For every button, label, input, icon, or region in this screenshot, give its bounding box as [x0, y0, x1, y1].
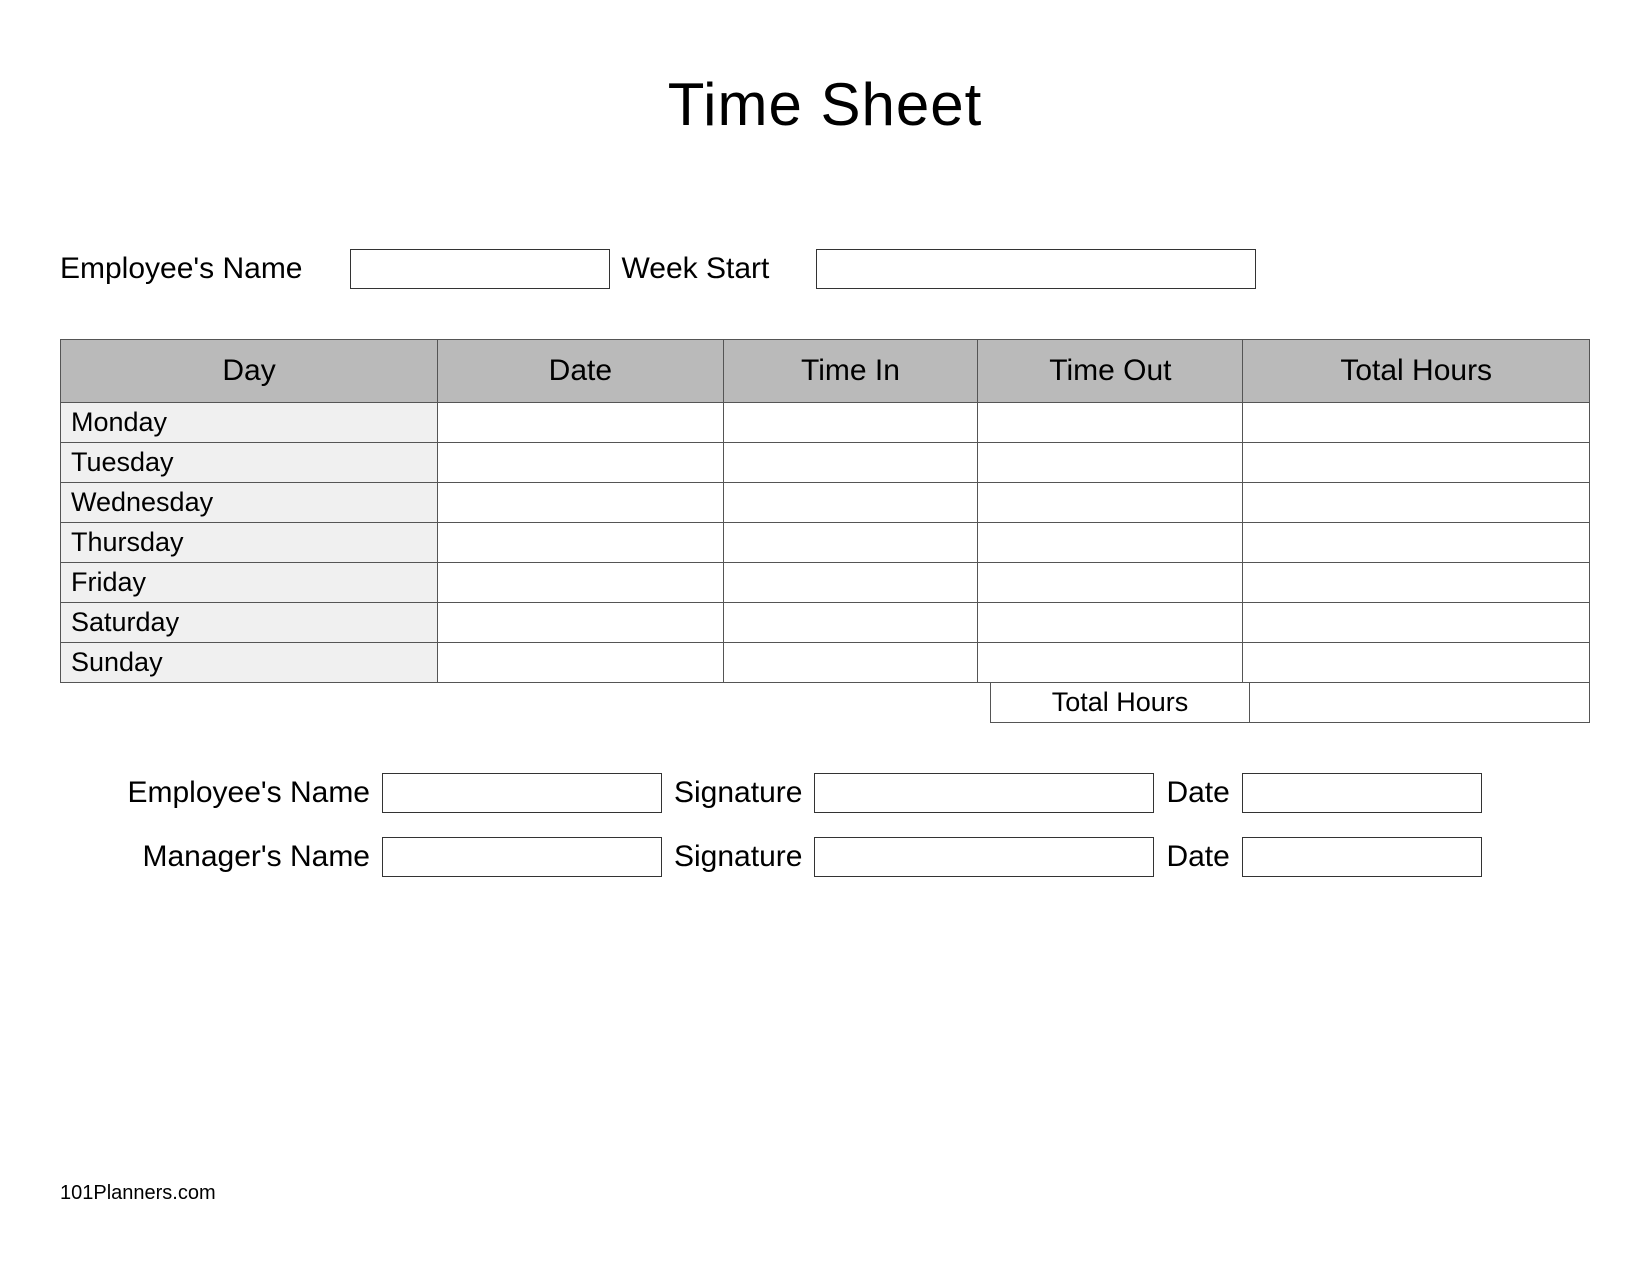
time-out-cell[interactable]	[978, 443, 1243, 483]
time-in-cell[interactable]	[723, 483, 978, 523]
table-row: Tuesday	[61, 443, 1590, 483]
time-in-cell[interactable]	[723, 603, 978, 643]
week-start-label: Week Start	[622, 252, 770, 286]
employee-date-label: Date	[1166, 776, 1229, 810]
total-hours-value[interactable]	[1250, 683, 1590, 723]
manager-signature-input[interactable]	[814, 837, 1154, 877]
footer-brand: 101Planners.com	[60, 1182, 216, 1205]
employee-date-input[interactable]	[1242, 773, 1482, 813]
employee-signature-row: Employee's Name Signature Date	[60, 773, 1590, 813]
manager-signature-label: Signature	[674, 840, 802, 874]
col-header-total-hours: Total Hours	[1243, 340, 1590, 403]
date-cell[interactable]	[438, 403, 723, 443]
col-header-day: Day	[61, 340, 438, 403]
total-cell[interactable]	[1243, 403, 1590, 443]
total-cell[interactable]	[1243, 643, 1590, 683]
table-row: Saturday	[61, 603, 1590, 643]
time-out-cell[interactable]	[978, 403, 1243, 443]
employee-name-label: Employee's Name	[60, 252, 303, 286]
time-in-cell[interactable]	[723, 643, 978, 683]
day-cell: Friday	[61, 563, 438, 603]
table-row: Thursday	[61, 523, 1590, 563]
day-cell: Sunday	[61, 643, 438, 683]
signature-section: Employee's Name Signature Date Manager's…	[60, 773, 1590, 877]
employee-name-sign-input[interactable]	[382, 773, 662, 813]
total-cell[interactable]	[1243, 563, 1590, 603]
col-header-date: Date	[438, 340, 723, 403]
time-in-cell[interactable]	[723, 563, 978, 603]
manager-date-label: Date	[1166, 840, 1229, 874]
time-in-cell[interactable]	[723, 523, 978, 563]
day-cell: Wednesday	[61, 483, 438, 523]
time-out-cell[interactable]	[978, 483, 1243, 523]
header-row: Employee's Name Week Start	[60, 249, 1590, 289]
employee-name-label-2: Employee's Name	[60, 776, 370, 810]
date-cell[interactable]	[438, 443, 723, 483]
total-hours-label: Total Hours	[990, 683, 1250, 723]
day-cell: Saturday	[61, 603, 438, 643]
page-title: Time Sheet	[60, 70, 1590, 139]
total-cell[interactable]	[1243, 483, 1590, 523]
time-out-cell[interactable]	[978, 643, 1243, 683]
date-cell[interactable]	[438, 563, 723, 603]
table-row: Friday	[61, 563, 1590, 603]
time-out-cell[interactable]	[978, 563, 1243, 603]
date-cell[interactable]	[438, 523, 723, 563]
col-header-time-out: Time Out	[978, 340, 1243, 403]
date-cell[interactable]	[438, 643, 723, 683]
time-in-cell[interactable]	[723, 443, 978, 483]
employee-signature-label: Signature	[674, 776, 802, 810]
manager-name-label: Manager's Name	[60, 840, 370, 874]
totals-row: Total Hours	[60, 683, 1590, 723]
manager-signature-row: Manager's Name Signature Date	[60, 837, 1590, 877]
time-out-cell[interactable]	[978, 523, 1243, 563]
col-header-time-in: Time In	[723, 340, 978, 403]
day-cell: Thursday	[61, 523, 438, 563]
table-row: Monday	[61, 403, 1590, 443]
time-out-cell[interactable]	[978, 603, 1243, 643]
week-start-input[interactable]	[816, 249, 1256, 289]
table-row: Sunday	[61, 643, 1590, 683]
employee-signature-input[interactable]	[814, 773, 1154, 813]
timesheet-table: Day Date Time In Time Out Total Hours Mo…	[60, 339, 1590, 683]
manager-date-input[interactable]	[1242, 837, 1482, 877]
time-in-cell[interactable]	[723, 403, 978, 443]
total-cell[interactable]	[1243, 603, 1590, 643]
total-cell[interactable]	[1243, 523, 1590, 563]
date-cell[interactable]	[438, 483, 723, 523]
total-cell[interactable]	[1243, 443, 1590, 483]
day-cell: Tuesday	[61, 443, 438, 483]
day-cell: Monday	[61, 403, 438, 443]
employee-name-input[interactable]	[350, 249, 610, 289]
manager-name-input[interactable]	[382, 837, 662, 877]
table-row: Wednesday	[61, 483, 1590, 523]
date-cell[interactable]	[438, 603, 723, 643]
